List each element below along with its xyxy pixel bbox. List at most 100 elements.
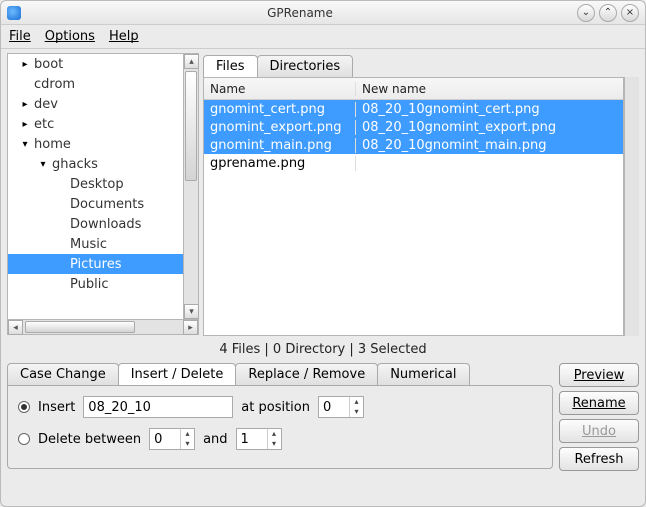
operation-tabs: Case Change Insert / Delete Replace / Re… <box>7 361 553 385</box>
tree-item-label: Pictures <box>70 257 121 272</box>
tree-expander-icon[interactable]: ▾ <box>38 159 48 170</box>
tree-item-label: ghacks <box>52 157 98 172</box>
scroll-left-icon[interactable]: ◂ <box>8 320 23 335</box>
undo-button[interactable]: Undo <box>559 419 639 443</box>
tree-expander-icon[interactable]: ▸ <box>20 99 30 110</box>
file-panel: Files Directories Name New name gnomint_… <box>203 53 639 336</box>
tab-files[interactable]: Files <box>203 55 258 77</box>
bottom-area: Case Change Insert / Delete Replace / Re… <box>1 361 645 477</box>
delete-to-spinner[interactable]: ▴▾ <box>236 428 282 450</box>
tree-item-label: etc <box>34 117 54 132</box>
file-newname-cell: 08_20_10gnomint_cert.png <box>356 102 623 117</box>
menu-options[interactable]: Options <box>45 29 95 44</box>
tree-item-label: Downloads <box>70 217 141 232</box>
insert-label: Insert <box>38 400 75 415</box>
tree-item[interactable]: Downloads <box>8 214 183 234</box>
tree-scrollbar-horizontal[interactable]: ◂ ▸ <box>7 320 199 335</box>
tree-item-label: Music <box>70 237 107 252</box>
tree-scrollbar-vertical[interactable]: ▴ ▾ <box>184 53 199 320</box>
tab-case-change[interactable]: Case Change <box>7 363 119 385</box>
tree-item[interactable]: Pictures <box>8 254 183 274</box>
spin-up-icon[interactable]: ▴ <box>181 429 194 439</box>
tree-item-label: Public <box>70 277 108 292</box>
main-split: ▸boot cdrom ▸ dev ▸ etc ▾ home ▾ ghacks Desktop Doc… <box>1 49 645 336</box>
tree-item-label: home <box>34 137 71 152</box>
tab-directories[interactable]: Directories <box>257 55 354 77</box>
tree-item[interactable]: ▸ dev <box>8 94 183 114</box>
menu-file[interactable]: File <box>9 29 31 44</box>
spin-up-icon[interactable]: ▴ <box>350 397 363 407</box>
tree-item[interactable]: ▸boot <box>8 54 183 74</box>
tree-item[interactable]: ▾ ghacks <box>8 154 183 174</box>
delete-label: Delete between <box>38 432 141 447</box>
action-buttons: Preview Rename Undo Refresh <box>559 361 639 471</box>
file-row[interactable]: gnomint_cert.png08_20_10gnomint_cert.png <box>204 100 623 118</box>
scroll-thumb-h[interactable] <box>25 321 135 333</box>
minimize-button[interactable]: ⌄ <box>577 4 595 22</box>
position-value[interactable] <box>319 397 349 417</box>
status-bar: 4 Files | 0 Directory | 3 Selected <box>1 336 645 361</box>
radio-insert[interactable] <box>18 401 30 413</box>
folder-tree[interactable]: ▸boot cdrom ▸ dev ▸ etc ▾ home ▾ ghacks Desktop Doc… <box>7 53 184 320</box>
tab-replace-remove[interactable]: Replace / Remove <box>235 363 378 385</box>
tree-item[interactable]: ▸ etc <box>8 114 183 134</box>
delete-to-value[interactable] <box>237 429 267 449</box>
file-scrollbar[interactable] <box>624 77 639 336</box>
spin-down-icon[interactable]: ▾ <box>350 407 363 417</box>
tree-item[interactable]: Public <box>8 274 183 294</box>
file-name-cell: gnomint_main.png <box>204 138 356 153</box>
tab-insert-delete[interactable]: Insert / Delete <box>118 363 237 385</box>
app-icon <box>7 6 21 20</box>
insert-delete-panel: Insert at position ▴▾ Delete between ▴▾ … <box>7 385 553 469</box>
and-label: and <box>203 432 227 447</box>
close-button[interactable]: × <box>621 4 639 22</box>
tree-item-label: Documents <box>70 197 144 212</box>
tree-expander-icon[interactable]: ▸ <box>20 119 30 130</box>
column-newname[interactable]: New name <box>356 82 623 96</box>
title-bar: GPRename ⌄ ⌃ × <box>1 1 645 25</box>
insert-text-input[interactable] <box>83 396 233 418</box>
position-spinner[interactable]: ▴▾ <box>318 396 364 418</box>
spin-down-icon[interactable]: ▾ <box>268 439 281 449</box>
tree-item[interactable]: Documents <box>8 194 183 214</box>
scroll-up-icon[interactable]: ▴ <box>184 54 199 69</box>
file-row[interactable]: gnomint_export.png08_20_10gnomint_export… <box>204 118 623 136</box>
menu-help[interactable]: Help <box>109 29 139 44</box>
scroll-down-icon[interactable]: ▾ <box>184 304 199 319</box>
file-name-cell: gnomint_cert.png <box>204 102 356 117</box>
tree-item[interactable]: cdrom <box>8 74 183 94</box>
tree-item[interactable]: ▾ home <box>8 134 183 154</box>
tree-item-label: dev <box>34 97 58 112</box>
tree-panel: ▸boot cdrom ▸ dev ▸ etc ▾ home ▾ ghacks Desktop Doc… <box>7 53 199 336</box>
scroll-thumb[interactable] <box>185 71 197 181</box>
tree-item[interactable]: Desktop <box>8 174 183 194</box>
spin-down-icon[interactable]: ▾ <box>181 439 194 449</box>
preview-button[interactable]: Preview <box>559 363 639 387</box>
file-newname-cell: 08_20_10gnomint_export.png <box>356 120 623 135</box>
delete-from-spinner[interactable]: ▴▾ <box>149 428 195 450</box>
file-tabs: Files Directories <box>203 53 639 77</box>
refresh-button[interactable]: Refresh <box>559 447 639 471</box>
spin-up-icon[interactable]: ▴ <box>268 429 281 439</box>
tab-numerical[interactable]: Numerical <box>377 363 469 385</box>
rename-button[interactable]: Rename <box>559 391 639 415</box>
file-row[interactable]: gnomint_main.png08_20_10gnomint_main.png <box>204 136 623 154</box>
window-title: GPRename <box>27 6 573 20</box>
file-name-cell: gprename.png <box>204 156 356 171</box>
tree-expander-icon[interactable]: ▾ <box>20 139 30 150</box>
tree-item[interactable]: Music <box>8 234 183 254</box>
column-name[interactable]: Name <box>204 82 356 96</box>
file-newname-cell: 08_20_10gnomint_main.png <box>356 138 623 153</box>
file-name-cell: gnomint_export.png <box>204 120 356 135</box>
at-position-label: at position <box>241 400 310 415</box>
radio-delete[interactable] <box>18 433 30 445</box>
tree-item-label: Desktop <box>70 177 124 192</box>
scroll-right-icon[interactable]: ▸ <box>183 320 198 335</box>
file-row[interactable]: gprename.png <box>204 154 623 172</box>
file-list[interactable]: Name New name gnomint_cert.png08_20_10gn… <box>203 77 624 336</box>
tree-expander-icon[interactable]: ▸ <box>20 59 30 70</box>
tree-item-label: cdrom <box>34 77 75 92</box>
file-list-header: Name New name <box>204 78 623 100</box>
maximize-button[interactable]: ⌃ <box>599 4 617 22</box>
delete-from-value[interactable] <box>150 429 180 449</box>
